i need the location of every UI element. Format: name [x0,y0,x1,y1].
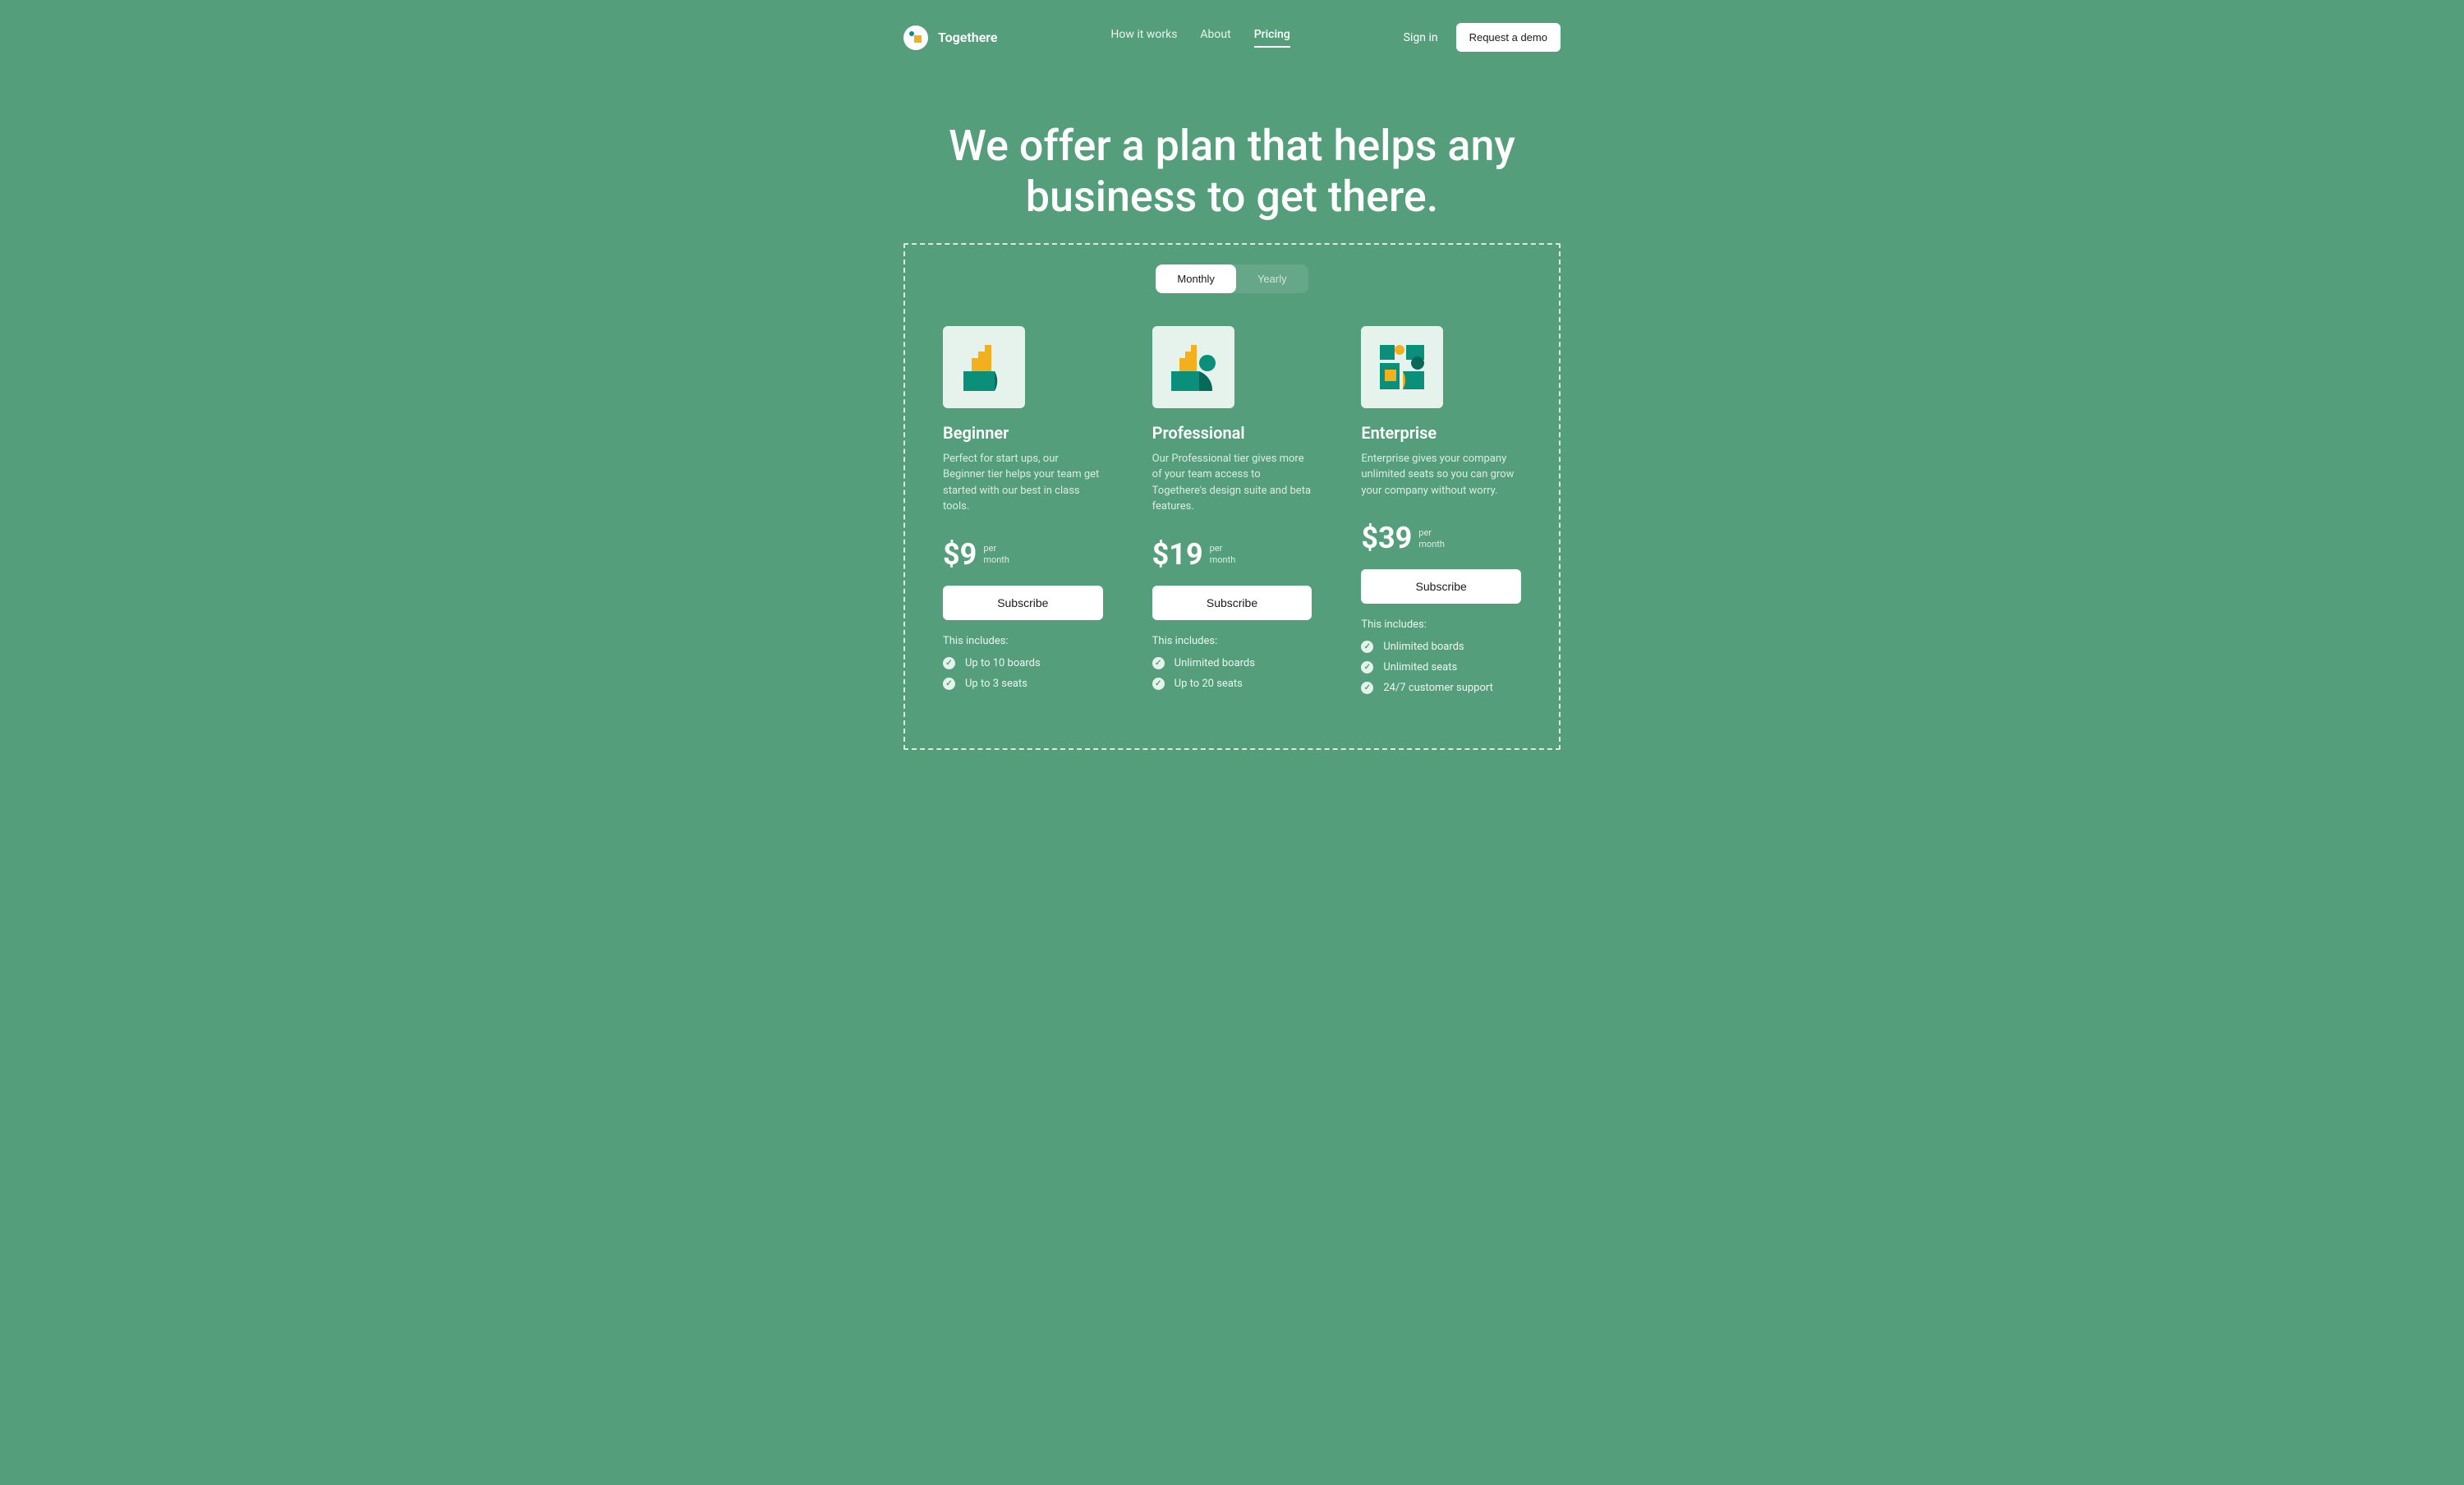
nav-how-it-works[interactable]: How it works [1110,28,1177,48]
hero-title: We offer a plan that helps any business … [903,121,1561,223]
brand[interactable]: Togethere [903,25,998,50]
check-icon: ✓ [943,678,955,690]
plan-desc: Enterprise gives your company unlimited … [1361,451,1521,499]
price-period: permonth [983,543,1009,569]
main-nav: How it works About Pricing [1110,28,1289,48]
plan-desc: Our Professional tier gives more of your… [1152,451,1312,515]
feature-list: ✓Unlimited boards ✓Up to 20 seats [1152,657,1312,698]
check-icon: ✓ [1152,657,1165,669]
plan-enterprise: Enterprise Enterprise gives your company… [1361,326,1521,703]
price-period: permonth [1418,527,1445,554]
feature-item: ✓Up to 10 boards [943,657,1103,669]
logo-icon [903,25,928,50]
price-row: $9 permonth [943,540,1103,569]
check-icon: ✓ [1152,678,1165,690]
price-row: $39 permonth [1361,523,1521,553]
check-icon: ✓ [943,657,955,669]
check-icon: ✓ [1361,661,1373,674]
feature-item: ✓24/7 customer support [1361,682,1521,694]
feature-item: ✓Up to 20 seats [1152,678,1312,690]
plan-price: $19 [1152,540,1203,569]
toggle-yearly[interactable]: Yearly [1236,264,1308,293]
subscribe-button[interactable]: Subscribe [1152,586,1312,620]
subscribe-button[interactable]: Subscribe [1361,569,1521,604]
check-icon: ✓ [1361,682,1373,694]
signin-link[interactable]: Sign in [1404,31,1438,44]
includes-label: This includes: [1361,618,1521,631]
plan-beginner-icon [943,326,1025,408]
plan-desc: Perfect for start ups, our Beginner tier… [943,451,1103,515]
pricing-section: Monthly Yearly Beginner Perfect for st [903,243,1561,751]
subscribe-button[interactable]: Subscribe [943,586,1103,620]
nav-pricing[interactable]: Pricing [1254,28,1290,48]
plan-professional: Professional Our Professional tier gives… [1152,326,1312,703]
plan-name: Professional [1152,423,1312,443]
plan-name: Enterprise [1361,423,1521,443]
feature-list: ✓Unlimited boards ✓Unlimited seats ✓24/7… [1361,641,1521,702]
plan-beginner: Beginner Perfect for start ups, our Begi… [943,326,1103,703]
price-row: $19 permonth [1152,540,1312,569]
request-demo-button[interactable]: Request a demo [1456,23,1561,52]
feature-item: ✓Unlimited boards [1152,657,1312,669]
toggle-monthly[interactable]: Monthly [1156,264,1236,293]
billing-toggle: Monthly Yearly [1156,264,1308,293]
plans-grid: Beginner Perfect for start ups, our Begi… [943,326,1521,703]
plan-enterprise-icon [1361,326,1443,408]
site-header: Togethere How it works About Pricing Sig… [903,0,1561,75]
feature-item: ✓Up to 3 seats [943,678,1103,690]
check-icon: ✓ [1361,641,1373,653]
feature-item: ✓Unlimited boards [1361,641,1521,653]
brand-name: Togethere [938,30,998,45]
nav-about[interactable]: About [1200,28,1230,48]
price-period: permonth [1210,543,1236,569]
header-actions: Sign in Request a demo [1404,23,1561,52]
includes-label: This includes: [943,635,1103,647]
includes-label: This includes: [1152,635,1312,647]
plan-name: Beginner [943,423,1103,443]
plan-professional-icon [1152,326,1234,408]
feature-item: ✓Unlimited seats [1361,661,1521,674]
plan-price: $39 [1361,523,1412,553]
hero: We offer a plan that helps any business … [903,121,1561,223]
feature-list: ✓Up to 10 boards ✓Up to 3 seats [943,657,1103,698]
plan-price: $9 [943,540,977,569]
